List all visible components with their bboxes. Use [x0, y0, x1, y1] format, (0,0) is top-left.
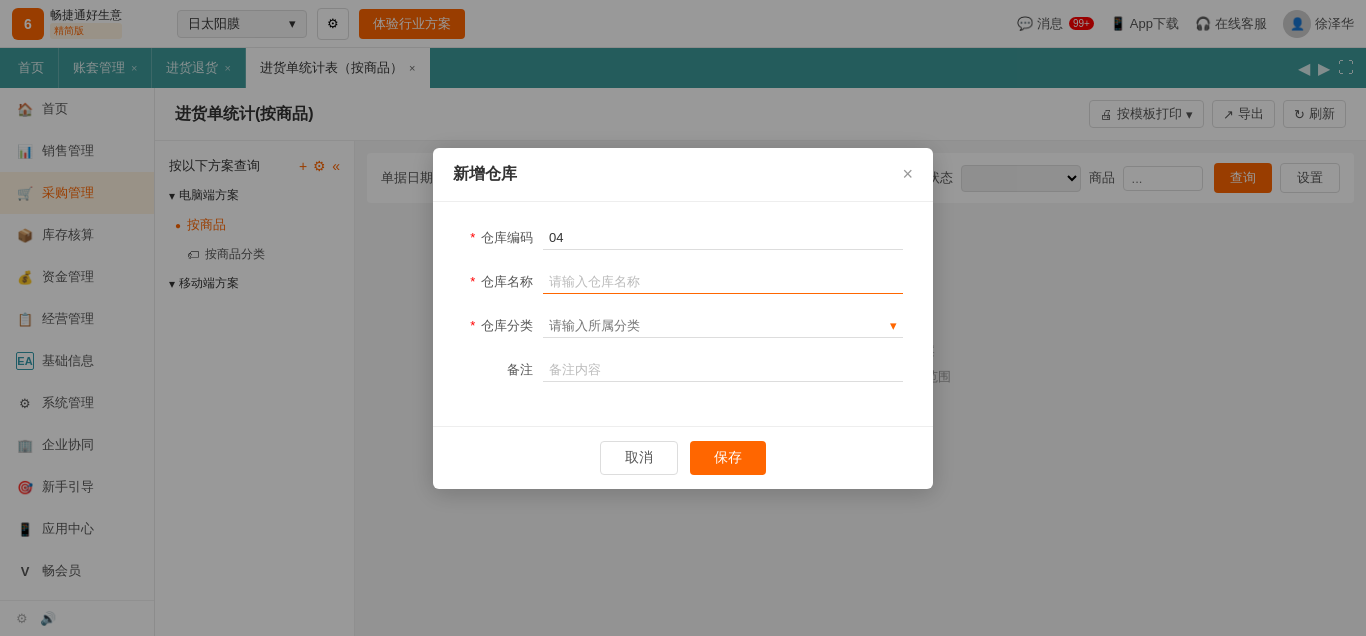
modal-title: 新增仓库 — [453, 164, 517, 185]
category-select-wrapper[interactable]: ▾ — [543, 314, 903, 338]
form-row-category: * 仓库分类 ▾ — [463, 314, 903, 338]
form-row-code: * 仓库编码 — [463, 226, 903, 250]
cancel-button[interactable]: 取消 — [600, 441, 678, 475]
note-input[interactable] — [543, 358, 903, 382]
category-label: * 仓库分类 — [463, 317, 533, 335]
modal-body: * 仓库编码 * 仓库名称 * 仓库分类 — [433, 202, 933, 426]
modal-overlay: 新增仓库 × * 仓库编码 * 仓库名称 — [0, 0, 1366, 636]
form-row-note: 备注 — [463, 358, 903, 382]
name-input[interactable] — [543, 270, 903, 294]
note-label: 备注 — [463, 361, 533, 379]
name-label: * 仓库名称 — [463, 273, 533, 291]
modal-footer: 取消 保存 — [433, 426, 933, 489]
category-input[interactable] — [549, 318, 890, 333]
modal-close-button[interactable]: × — [902, 164, 913, 185]
modal-header: 新增仓库 × — [433, 148, 933, 202]
save-button[interactable]: 保存 — [690, 441, 766, 475]
modal-add-warehouse: 新增仓库 × * 仓库编码 * 仓库名称 — [433, 148, 933, 489]
form-row-name: * 仓库名称 — [463, 270, 903, 294]
code-label: * 仓库编码 — [463, 229, 533, 247]
chevron-category-icon: ▾ — [890, 318, 897, 333]
code-input[interactable] — [543, 226, 903, 250]
